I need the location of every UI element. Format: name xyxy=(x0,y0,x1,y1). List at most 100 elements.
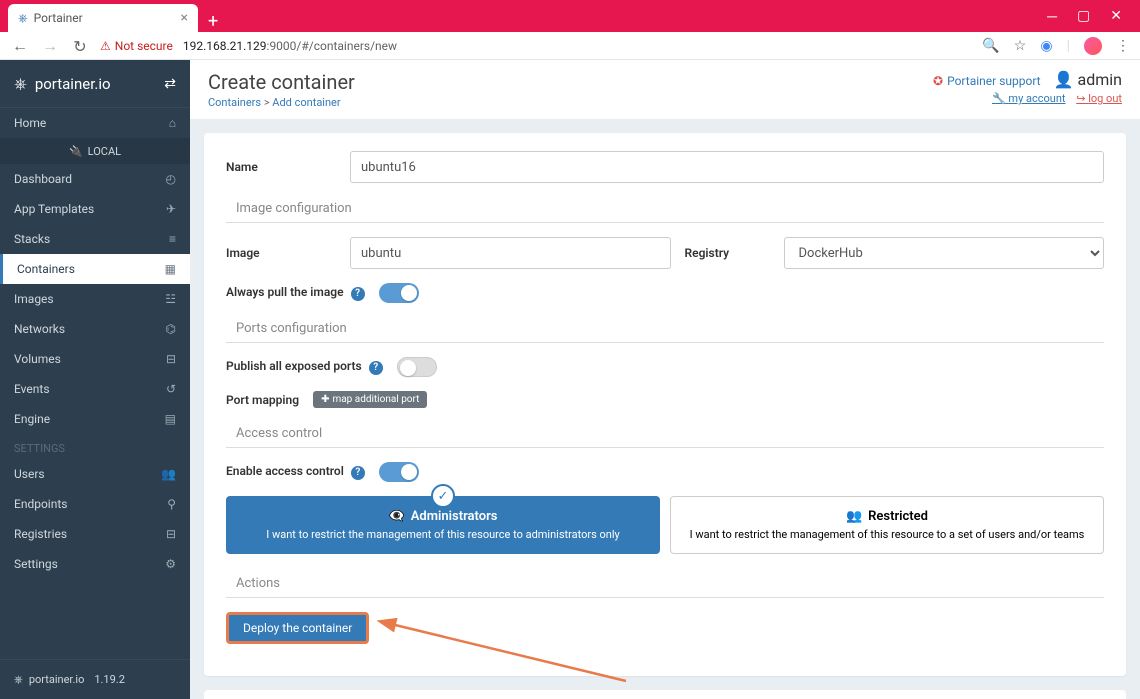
hdd-icon: ⊟ xyxy=(166,352,176,366)
help-icon[interactable]: ? xyxy=(351,466,365,480)
image-label: Image xyxy=(226,246,336,260)
access-restricted-option[interactable]: 👥Restricted I want to restrict the manag… xyxy=(670,496,1104,554)
sidebar: ⎈ portainer.io ⇄ Home⌂ 🔌LOCAL Dashboard◴… xyxy=(0,60,190,699)
minimize-icon[interactable]: ─ xyxy=(1047,8,1057,25)
users-icon: 👥 xyxy=(161,467,176,481)
sidebar-item-endpoints[interactable]: Endpoints⚲ xyxy=(0,489,190,519)
rocket-icon: ✈ xyxy=(166,202,176,216)
logo[interactable]: ⎈ portainer.io ⇄ xyxy=(0,60,190,108)
search-icon[interactable]: 🔍 xyxy=(982,38,999,54)
deploy-container-button[interactable]: Deploy the container xyxy=(226,612,369,644)
sidebar-item-settings[interactable]: Settings⚙ xyxy=(0,549,190,579)
sidebar-footer: ⎈ portainer.io 1.19.2 xyxy=(0,659,190,699)
sidebar-item-images[interactable]: Images☳ xyxy=(0,284,190,314)
layers-icon: ☳ xyxy=(165,292,176,306)
life-ring-icon: ✪ xyxy=(933,74,943,88)
page-title: Create container xyxy=(208,70,355,94)
ports-config-header: Ports configuration xyxy=(226,317,1104,343)
enable-access-toggle[interactable] xyxy=(379,462,419,482)
help-icon[interactable]: ? xyxy=(351,287,365,301)
name-label: Name xyxy=(226,160,336,174)
sidebar-endpoint-section: 🔌LOCAL xyxy=(0,138,190,164)
advanced-settings-row[interactable]: ⚙ Advanced container settings xyxy=(204,690,1126,699)
create-container-panel: Name Image configuration Image Registry … xyxy=(204,133,1126,676)
divider: | xyxy=(1067,38,1070,54)
publish-ports-label: Publish all exposed ports ? xyxy=(226,359,383,375)
registry-select[interactable]: DockerHub xyxy=(784,237,1105,269)
support-link[interactable]: ✪ Portainer support xyxy=(933,74,1041,88)
sidebar-item-engine[interactable]: Engine▤ xyxy=(0,404,190,434)
logo-icon: ⎈ xyxy=(14,74,27,94)
bars-icon: ▤ xyxy=(165,412,176,426)
maximize-icon[interactable]: ▢ xyxy=(1077,8,1090,24)
reload-button[interactable]: ↻ xyxy=(70,37,90,56)
image-input[interactable] xyxy=(350,237,671,269)
gauge-icon: ◴ xyxy=(166,172,176,186)
help-icon[interactable]: ? xyxy=(369,361,383,375)
annotation-arrow-icon xyxy=(376,606,636,696)
user-icon: 👤 xyxy=(1054,70,1074,89)
plug-icon: 🔌 xyxy=(69,145,83,158)
eye-slash-icon: 👁‍🗨 xyxy=(389,509,405,524)
insecure-badge[interactable]: ⚠ Not secure xyxy=(100,39,173,53)
new-tab-button[interactable]: + xyxy=(198,11,228,32)
sidebar-item-volumes[interactable]: Volumes⊟ xyxy=(0,344,190,374)
sidebar-item-users[interactable]: Users👥 xyxy=(0,459,190,489)
breadcrumb-containers[interactable]: Containers xyxy=(208,96,261,109)
log-out-link[interactable]: ↪ log out xyxy=(1076,92,1122,105)
user-block: 👤 admin xyxy=(1054,70,1122,89)
wrench-icon: 🔧 xyxy=(992,92,1006,105)
access-control-header: Access control xyxy=(226,422,1104,448)
browser-tab[interactable]: ⎈ Portainer × xyxy=(8,4,198,32)
sidebar-item-app-templates[interactable]: App Templates✈ xyxy=(0,194,190,224)
extension-icon[interactable]: ◉ xyxy=(1040,38,1052,54)
my-account-link[interactable]: 🔧 my account xyxy=(992,92,1066,105)
map-port-button[interactable]: ✚ map additional port xyxy=(313,391,427,408)
back-button[interactable]: ← xyxy=(10,36,30,56)
access-administrators-option[interactable]: ✓ 👁‍🗨Administrators I want to restrict t… xyxy=(226,496,660,554)
warning-icon: ⚠ xyxy=(100,39,111,53)
sign-out-icon: ↪ xyxy=(1076,92,1085,105)
forward-button[interactable]: → xyxy=(40,36,60,56)
sidebar-item-networks[interactable]: Networks⌬ xyxy=(0,314,190,344)
database-icon: ⊟ xyxy=(166,527,176,541)
home-icon: ⌂ xyxy=(169,116,176,130)
sidebar-item-stacks[interactable]: Stacks≡ xyxy=(0,224,190,254)
sidebar-item-home[interactable]: Home⌂ xyxy=(0,108,190,138)
close-tab-icon[interactable]: × xyxy=(181,10,188,26)
sidebar-item-dashboard[interactable]: Dashboard◴ xyxy=(0,164,190,194)
image-config-header: Image configuration xyxy=(226,197,1104,223)
sidebar-item-registries[interactable]: Registries⊟ xyxy=(0,519,190,549)
tab-title: Portainer xyxy=(34,11,83,25)
sidebar-item-containers[interactable]: Containers▦ xyxy=(0,254,190,284)
actions-header: Actions xyxy=(226,572,1104,598)
always-pull-toggle[interactable] xyxy=(379,283,419,303)
breadcrumb-current: Add container xyxy=(272,96,340,109)
sidebar-item-events[interactable]: Events↺ xyxy=(0,374,190,404)
users-icon: 👥 xyxy=(846,509,862,524)
sidebar-toggle-icon[interactable]: ⇄ xyxy=(164,76,176,92)
gear-icon: ⚙ xyxy=(165,557,176,571)
sidebar-settings-header: SETTINGS xyxy=(0,434,190,459)
main-content: Create container Containers > Add contai… xyxy=(190,60,1140,699)
menu-icon[interactable]: ⋮ xyxy=(1116,38,1130,54)
profile-avatar-icon[interactable] xyxy=(1084,37,1102,55)
registry-label: Registry xyxy=(685,246,770,260)
sitemap-icon: ⌬ xyxy=(166,322,176,336)
close-window-icon[interactable]: ✕ xyxy=(1110,8,1122,24)
publish-ports-toggle[interactable] xyxy=(397,357,437,377)
tab-favicon-icon: ⎈ xyxy=(18,11,28,26)
port-mapping-label: Port mapping xyxy=(226,393,299,407)
breadcrumb: Containers > Add container xyxy=(208,96,355,109)
enable-access-label: Enable access control ? xyxy=(226,464,365,480)
stack-icon: ≡ xyxy=(169,232,176,246)
cube-icon: ▦ xyxy=(165,262,176,276)
history-icon: ↺ xyxy=(166,382,176,396)
star-icon[interactable]: ☆ xyxy=(1014,38,1027,54)
check-icon: ✓ xyxy=(431,484,455,508)
logo-small-icon: ⎈ xyxy=(14,673,23,687)
address-bar[interactable]: 192.168.21.129:9000/#/containers/new xyxy=(183,39,397,53)
name-input[interactable] xyxy=(350,151,1104,183)
always-pull-label: Always pull the image ? xyxy=(226,285,365,301)
plug-icon: ⚲ xyxy=(167,497,176,511)
